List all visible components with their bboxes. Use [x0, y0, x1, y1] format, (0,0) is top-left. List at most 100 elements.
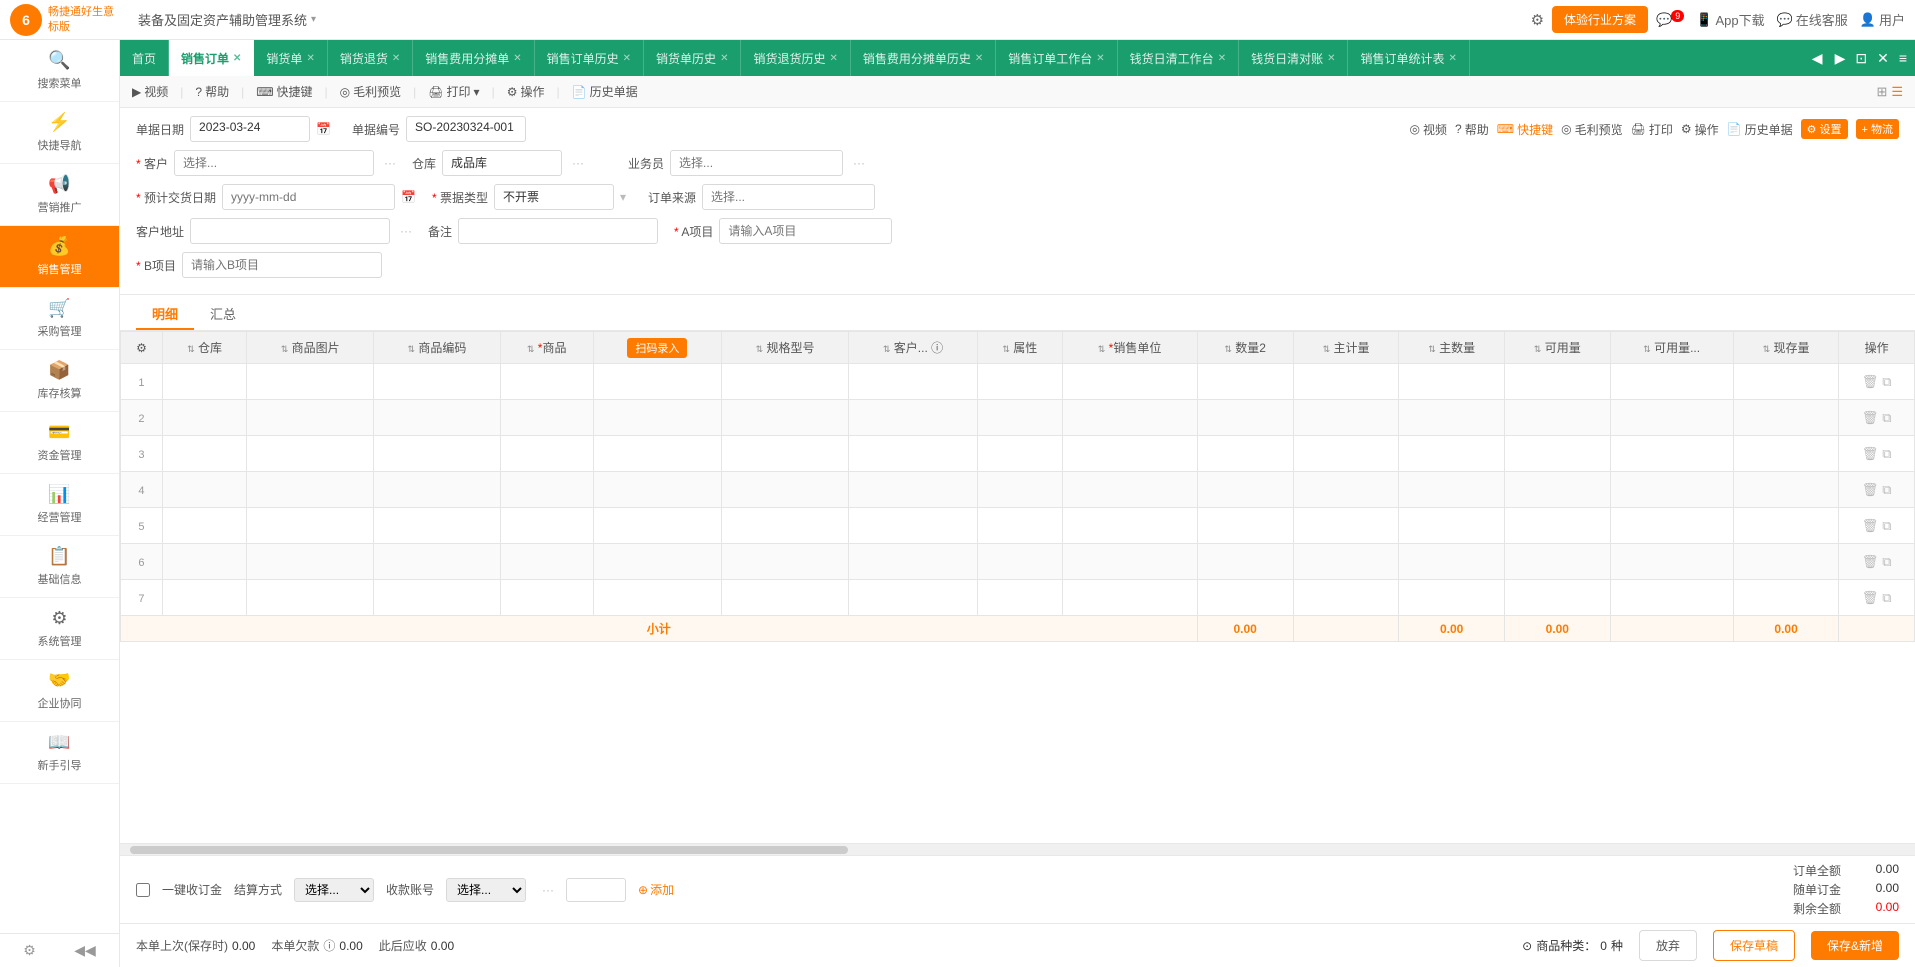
row-attribute-1[interactable] [978, 400, 1062, 436]
tab-fullscreen-btn[interactable]: ⊡ [1851, 48, 1871, 69]
row-available-2[interactable] [1504, 436, 1610, 472]
row-attribute-4[interactable] [978, 508, 1062, 544]
sidebar-item-1[interactable]: ⚡快捷导航 [0, 102, 119, 164]
row-copy-btn-6[interactable]: ⧉ [1882, 590, 1891, 606]
help-btn[interactable]: ? 帮助 [1455, 121, 1489, 138]
account-select[interactable]: 选择... [446, 878, 526, 902]
row-product-5[interactable] [500, 544, 593, 580]
tab-item-0[interactable]: 首页 [120, 40, 169, 76]
row-available-detail-1[interactable] [1610, 400, 1733, 436]
row-main-qty-2[interactable] [1399, 436, 1505, 472]
row-attribute-0[interactable] [978, 364, 1062, 400]
row-spec-2[interactable] [722, 436, 849, 472]
row-product-0[interactable] [500, 364, 593, 400]
sidebar-item-10[interactable]: 🤝企业协同 [0, 660, 119, 722]
toolbar-view[interactable]: ▶ 视频 [132, 83, 168, 100]
tab-item-2[interactable]: 销货单✕ [254, 40, 327, 76]
sidebar-item-4[interactable]: 🛒采购管理 [0, 288, 119, 350]
row-spec-4[interactable] [722, 508, 849, 544]
sidebar-item-5[interactable]: 📦库存核算 [0, 350, 119, 412]
toolbar-grid-view-btn[interactable]: ⊞ [1876, 84, 1887, 100]
row-code-4[interactable] [374, 508, 501, 544]
row-main-unit-6[interactable] [1293, 580, 1399, 616]
row-main-unit-3[interactable] [1293, 472, 1399, 508]
row-main-unit-2[interactable] [1293, 436, 1399, 472]
row-scan-3[interactable] [593, 472, 722, 508]
row-main-qty-4[interactable] [1399, 508, 1505, 544]
row-warehouse-6[interactable] [162, 580, 246, 616]
row-product-2[interactable] [500, 436, 593, 472]
row-available-detail-3[interactable] [1610, 472, 1733, 508]
tab-item-9[interactable]: 销售订单工作台✕ [996, 40, 1117, 76]
row-main-qty-5[interactable] [1399, 544, 1505, 580]
dropdown-arrow-icon[interactable]: ▾ [311, 14, 316, 25]
tab-close-icon-1[interactable]: ✕ [233, 53, 241, 64]
row-available-detail-0[interactable] [1610, 364, 1733, 400]
sort-icon[interactable]: ⇅ [527, 344, 535, 354]
tab-item-11[interactable]: 钱货日清对账✕ [1239, 40, 1348, 76]
row-available-1[interactable] [1504, 400, 1610, 436]
order-source-input[interactable] [702, 184, 875, 210]
sidebar-item-0[interactable]: 🔍搜索菜单 [0, 40, 119, 102]
row-qty2-4[interactable] [1197, 508, 1293, 544]
sort-icon[interactable]: ⇅ [756, 344, 764, 354]
sort-icon[interactable]: ⇅ [1763, 344, 1771, 354]
sort-icon[interactable]: ⇅ [1534, 344, 1542, 354]
note-input[interactable] [458, 218, 658, 244]
row-available-detail-5[interactable] [1610, 544, 1733, 580]
row-main-qty-6[interactable] [1399, 580, 1505, 616]
info-icon[interactable]: ⓘ [323, 937, 335, 954]
one-click-checkbox[interactable] [136, 883, 150, 897]
row-spec-5[interactable] [722, 544, 849, 580]
history-btn[interactable]: 📄 历史单据 [1727, 121, 1793, 138]
tab-prev-btn[interactable]: ◀ [1806, 50, 1829, 67]
row-stock-6[interactable] [1733, 580, 1839, 616]
row-warehouse-3[interactable] [162, 472, 246, 508]
a-project-input[interactable] [719, 218, 892, 244]
row-qty2-0[interactable] [1197, 364, 1293, 400]
row-sales-unit-4[interactable] [1062, 508, 1197, 544]
row-attribute-6[interactable] [978, 580, 1062, 616]
account-more-icon[interactable]: ··· [542, 883, 554, 897]
row-spec-0[interactable] [722, 364, 849, 400]
app-download-link[interactable]: 📱 App下载 [1696, 10, 1764, 29]
row-spec-6[interactable] [722, 580, 849, 616]
delivery-date-input[interactable] [222, 184, 395, 210]
payment-amount-input[interactable]: 0.00 [566, 878, 626, 902]
row-image-4[interactable] [247, 508, 374, 544]
warehouse-more-icon[interactable]: ··· [572, 156, 584, 170]
row-available-detail-4[interactable] [1610, 508, 1733, 544]
row-attribute-3[interactable] [978, 472, 1062, 508]
row-image-5[interactable] [247, 544, 374, 580]
quick-settings-btn[interactable]: ⚙ 设置 [1801, 119, 1848, 139]
tab-close-icon-5[interactable]: ✕ [623, 53, 631, 64]
online-service-link[interactable]: 💬 在线客服 [1777, 10, 1848, 29]
row-available-6[interactable] [1504, 580, 1610, 616]
tab-close-icon-10[interactable]: ✕ [1218, 53, 1226, 64]
tab-item-12[interactable]: 销售订单统计表✕ [1348, 40, 1469, 76]
row-code-6[interactable] [374, 580, 501, 616]
delivery-calendar-icon[interactable]: 📅 [401, 190, 416, 204]
row-delete-btn-0[interactable]: 🗑 [1862, 374, 1879, 390]
row-customer-code-0[interactable] [848, 364, 977, 400]
add-payment-btn[interactable]: ⊕ 添加 [638, 881, 674, 898]
sidebar-item-7[interactable]: 📊经营管理 [0, 474, 119, 536]
row-available-4[interactable] [1504, 508, 1610, 544]
calendar-icon[interactable]: 📅 [316, 122, 331, 136]
row-qty2-1[interactable] [1197, 400, 1293, 436]
sidebar-item-2[interactable]: 📢营销推广 [0, 164, 119, 226]
tab-close-icon-8[interactable]: ✕ [975, 53, 983, 64]
tab-item-3[interactable]: 销货退货✕ [328, 40, 413, 76]
row-code-0[interactable] [374, 364, 501, 400]
row-sales-unit-2[interactable] [1062, 436, 1197, 472]
row-scan-1[interactable] [593, 400, 722, 436]
col-settings[interactable]: ⚙ [121, 332, 163, 364]
row-available-detail-6[interactable] [1610, 580, 1733, 616]
row-main-unit-5[interactable] [1293, 544, 1399, 580]
row-sales-unit-5[interactable] [1062, 544, 1197, 580]
customer-code-info-icon[interactable]: ⓘ [931, 341, 943, 355]
print-dropdown-icon[interactable]: ▾ [474, 85, 480, 99]
row-sales-unit-6[interactable] [1062, 580, 1197, 616]
address-input[interactable] [190, 218, 390, 244]
sidebar-item-8[interactable]: 📋基础信息 [0, 536, 119, 598]
